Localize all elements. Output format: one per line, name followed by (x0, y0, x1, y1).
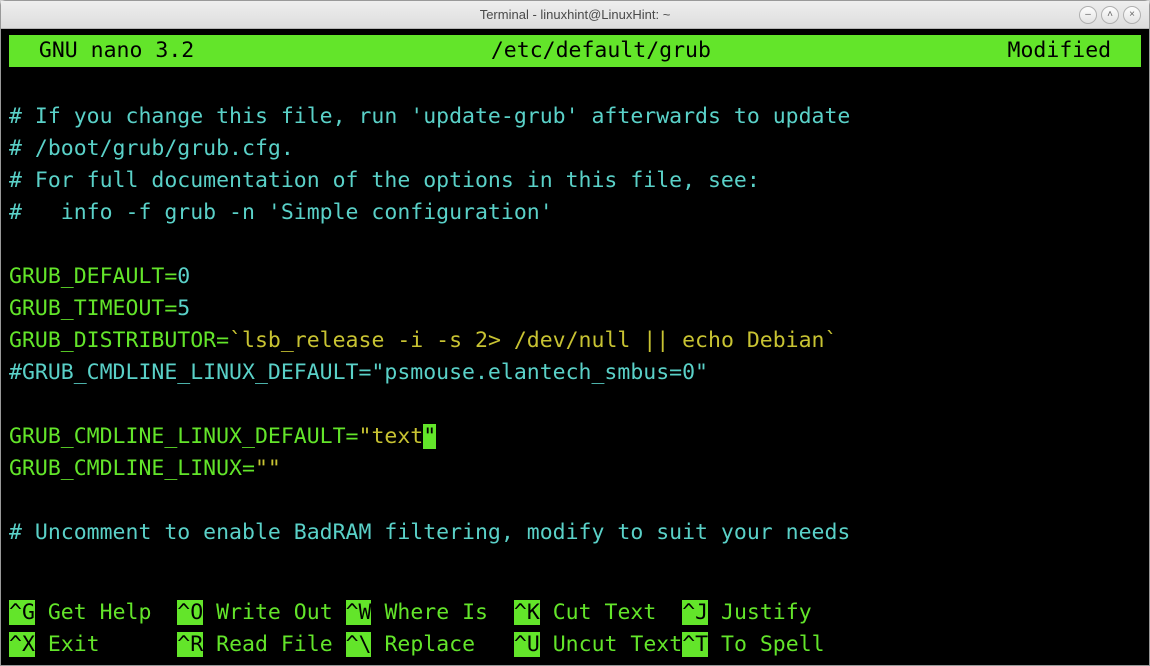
maximize-button[interactable]: ˄ (1101, 6, 1119, 24)
config-key: GRUB_DEFAULT= (9, 264, 177, 289)
window-titlebar[interactable]: Terminal - linuxhint@LinuxHint: ~ – ˄ × (1, 1, 1149, 29)
config-key: GRUB_CMDLINE_LINUX= (9, 456, 255, 481)
shortcut-key: ^G (9, 600, 35, 625)
editor-content[interactable]: # If you change this file, run 'update-g… (9, 69, 1141, 549)
shortcut-label: Read File (203, 632, 345, 657)
shortcut-label: Justify (708, 600, 812, 625)
shortcut-key: ^R (177, 632, 203, 657)
minimize-button[interactable]: – (1079, 6, 1097, 24)
comment-line: # info -f grub -n 'Simple configuration' (9, 200, 553, 225)
config-value: 5 (177, 296, 190, 321)
shortcut-key: ^\ (346, 632, 372, 657)
config-key: GRUB_DISTRIBUTOR= (9, 328, 229, 353)
terminal-window: Terminal - linuxhint@LinuxHint: ~ – ˄ × … (0, 0, 1150, 666)
shortcut-key: ^W (346, 600, 372, 625)
shortcut-key: ^K (514, 600, 540, 625)
shortcut-label: Get Help (35, 600, 177, 625)
nano-filename: /etc/default/grub (491, 35, 711, 67)
shortcut-label: Write Out (203, 600, 345, 625)
comment-line: # If you change this file, run 'update-g… (9, 104, 850, 129)
nano-header: GNU nano 3.2 /etc/default/grub Modified (9, 35, 1141, 67)
shortcut-label: Where Is (371, 600, 513, 625)
config-value: "text (359, 424, 424, 449)
nano-status: Modified (1008, 38, 1112, 63)
shortcut-label: Cut Text (540, 600, 682, 625)
shortcut-key: ^O (177, 600, 203, 625)
comment-line: # Uncomment to enable BadRAM filtering, … (9, 520, 850, 545)
shortcut-label: To Spell (708, 632, 825, 657)
comment-line: #GRUB_CMDLINE_LINUX_DEFAULT="psmouse.ela… (9, 360, 708, 385)
terminal-area[interactable]: GNU nano 3.2 /etc/default/grub Modified … (1, 29, 1149, 665)
shortcut-key: ^J (682, 600, 708, 625)
config-key: GRUB_CMDLINE_LINUX_DEFAULT= (9, 424, 359, 449)
nano-shortcuts: ^G Get Help ^O Write Out ^W Where Is ^K … (9, 597, 1141, 661)
nano-version: GNU nano 3.2 (39, 38, 194, 63)
shortcut-label: Uncut Text (540, 632, 682, 657)
config-value: 0 (177, 264, 190, 289)
comment-line: # For full documentation of the options … (9, 168, 760, 193)
cursor: " (423, 424, 436, 449)
window-controls: – ˄ × (1079, 6, 1141, 24)
window-title: Terminal - linuxhint@LinuxHint: ~ (480, 7, 671, 22)
comment-line: # /boot/grub/grub.cfg. (9, 136, 294, 161)
shortcut-key: ^T (682, 632, 708, 657)
shortcut-label: Replace (371, 632, 513, 657)
config-value: `lsb_release -i -s 2> /dev/null || echo … (229, 328, 837, 353)
config-value: "" (255, 456, 281, 481)
shortcut-label: Exit (35, 632, 177, 657)
config-key: GRUB_TIMEOUT= (9, 296, 177, 321)
close-button[interactable]: × (1123, 6, 1141, 24)
shortcut-key: ^U (514, 632, 540, 657)
shortcut-key: ^X (9, 632, 35, 657)
